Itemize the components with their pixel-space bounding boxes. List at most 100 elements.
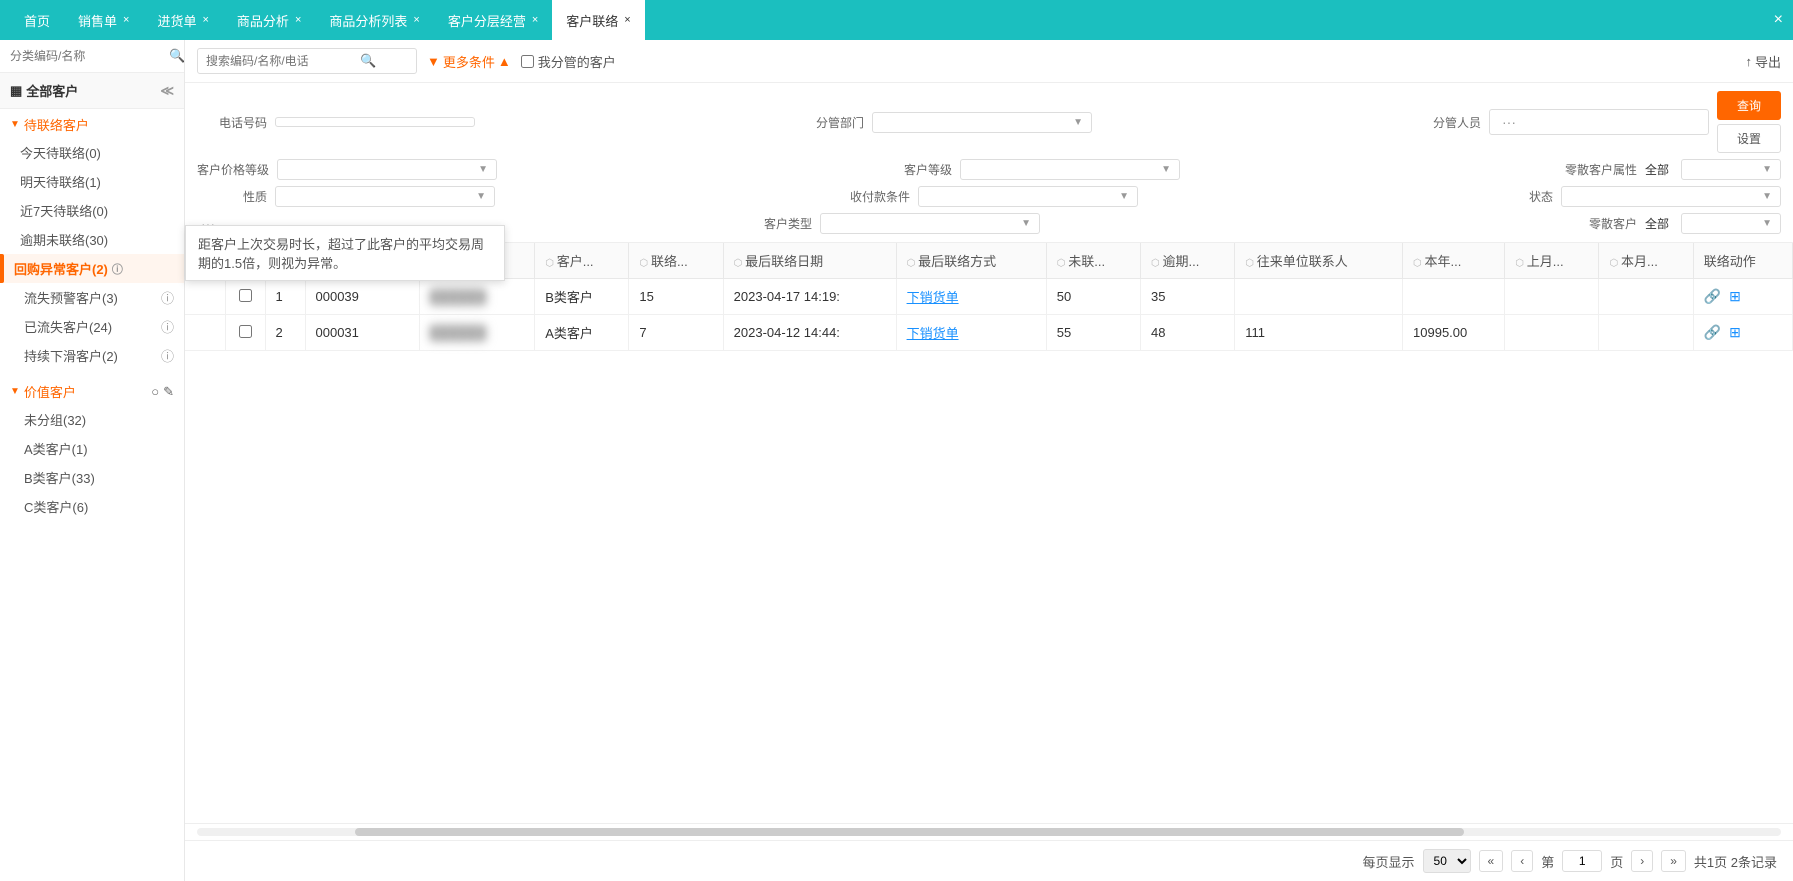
first-page-button[interactable]: « xyxy=(1479,850,1504,872)
data-table-area: ⚙ 客户编码 客户名称 客户... xyxy=(185,243,1793,823)
filter-retail-attr-select[interactable]: ▼ xyxy=(1681,159,1781,180)
filter-cust-level-select[interactable]: ▼ xyxy=(960,159,1180,180)
filter-person-select[interactable]: ··· xyxy=(1489,109,1709,135)
prev-page-button[interactable]: ‹ xyxy=(1511,850,1533,872)
sidebar-c-class[interactable]: C类客户(6) xyxy=(0,492,184,521)
filter-retail-select[interactable]: ▼ xyxy=(1681,213,1781,234)
sidebar-loss-warning[interactable]: 流失预警客户(3) ⓘ xyxy=(0,283,184,312)
nav-product-analysis[interactable]: 商品分析 × xyxy=(223,0,315,40)
horizontal-scrollbar[interactable] xyxy=(197,828,1781,836)
cell-contact-2: 7 xyxy=(629,315,723,351)
filter-dept-select[interactable]: ▼ xyxy=(872,112,1092,133)
cell-checkbox-1 xyxy=(225,279,265,315)
cell-last-method-1[interactable]: 下销货单 xyxy=(896,279,1046,315)
close-product-list-tab[interactable]: × xyxy=(413,14,419,26)
filter-cust-type-select[interactable]: ▼ xyxy=(820,213,1040,234)
sidebar-a-class[interactable]: A类客户(1) xyxy=(0,434,184,463)
close-customer-seg-tab[interactable]: × xyxy=(532,14,538,26)
export-button[interactable]: ↑ 导出 xyxy=(1745,52,1781,71)
filter-nature-select[interactable]: ▼ xyxy=(275,186,495,207)
sidebar-b-class[interactable]: B类客户(33) xyxy=(0,463,184,492)
nav-customer-contact[interactable]: 客户联络 × xyxy=(552,0,644,40)
nav-purchase[interactable]: 进货单 × xyxy=(143,0,222,40)
sidebar-all-customers[interactable]: ▦ 全部客户 ≪ xyxy=(0,73,184,109)
filter-row-3: 性质 ▼ 收付款条件 ▼ 状态 ▼ xyxy=(197,186,1781,207)
grid-icon-2[interactable]: ⊞ xyxy=(1729,324,1741,341)
customer-name-1: ██████ xyxy=(430,289,485,304)
close-purchase-tab[interactable]: × xyxy=(202,14,208,26)
close-customer-contact-tab[interactable]: × xyxy=(624,14,630,26)
filter-cust-type-label: 客户类型 xyxy=(742,215,812,232)
export-icon: ↑ xyxy=(1745,54,1752,69)
sidebar-overdue-uncontacted[interactable]: 逾期未联络(30) xyxy=(0,225,184,254)
setting-button[interactable]: 设置 xyxy=(1717,124,1781,153)
query-button[interactable]: 查询 xyxy=(1717,91,1781,120)
last-method-link-1[interactable]: 下销货单 xyxy=(907,290,959,305)
col-last-contact-date[interactable]: 最后联络日期 xyxy=(723,243,896,279)
link-icon-2[interactable]: 🔗 xyxy=(1704,324,1721,341)
value-customers-group[interactable]: ▼ 价值客户 ○ ✎ xyxy=(0,376,184,405)
scrollbar-thumb[interactable] xyxy=(355,828,1464,836)
last-method-link-2[interactable]: 下销货单 xyxy=(907,326,959,341)
sidebar-declining[interactable]: 持续下滑客户(2) ⓘ xyxy=(0,341,184,370)
my-customer-checkbox[interactable] xyxy=(521,55,534,68)
col-last-month[interactable]: 上月... xyxy=(1505,243,1599,279)
search-input-wrap: 🔍 xyxy=(197,48,417,74)
close-sales-tab[interactable]: × xyxy=(123,14,129,26)
my-customer-checkbox-area[interactable]: 我分管的客户 xyxy=(521,52,616,71)
sidebar-7day-pending[interactable]: 近7天待联络(0) xyxy=(0,196,184,225)
cell-settings-1 xyxy=(185,279,225,315)
cell-last-method-2[interactable]: 下销货单 xyxy=(896,315,1046,351)
col-this-month[interactable]: 本月... xyxy=(1599,243,1693,279)
sidebar-repurchase-abnormal[interactable]: 回购异常客户(2) ⓘ xyxy=(0,254,184,283)
sidebar-search-input[interactable] xyxy=(10,49,165,63)
nav-home[interactable]: 首页 xyxy=(10,0,64,40)
col-last-contact-method[interactable]: 最后联络方式 xyxy=(896,243,1046,279)
nav-customer-segmentation[interactable]: 客户分层经营 × xyxy=(434,0,552,40)
search-main-input[interactable] xyxy=(206,54,356,68)
more-conditions-button[interactable]: ▼ 更多条件 ▲ xyxy=(427,52,511,71)
filter-price-level-select[interactable]: ▼ xyxy=(277,159,497,180)
action-icons-2: 🔗 ⊞ xyxy=(1704,324,1782,341)
filter-retail-attr-label: 零散客户属性 xyxy=(1565,161,1637,178)
search-main-icon[interactable]: 🔍 xyxy=(360,53,376,69)
last-page-button[interactable]: » xyxy=(1661,850,1686,872)
per-page-label: 每页显示 xyxy=(1363,852,1415,871)
row2-checkbox[interactable] xyxy=(239,325,252,338)
filter-payment-select[interactable]: ▼ xyxy=(918,186,1138,207)
col-overdue[interactable]: 逾期... xyxy=(1140,243,1234,279)
close-window-button[interactable]: × xyxy=(1774,11,1783,29)
row1-checkbox[interactable] xyxy=(239,289,252,302)
grid-icon-1[interactable]: ⊞ xyxy=(1729,288,1741,305)
nav-sales[interactable]: 销售单 × xyxy=(64,0,143,40)
sidebar-today-pending[interactable]: 今天待联络(0) xyxy=(0,138,184,167)
col-uncontacted[interactable]: 未联... xyxy=(1046,243,1140,279)
value-group-icon2[interactable]: ✎ xyxy=(163,384,174,400)
col-contact-count[interactable]: 联络... xyxy=(629,243,723,279)
filter-phone-input[interactable] xyxy=(275,117,475,127)
pending-arrow-icon: ▼ xyxy=(10,119,20,130)
value-group-icon1[interactable]: ○ xyxy=(151,384,159,400)
customer-name-2: ██████ xyxy=(430,325,485,340)
col-this-year[interactable]: 本年... xyxy=(1403,243,1505,279)
cell-name-2: ██████ xyxy=(420,315,535,351)
col-customer-type[interactable]: 客户... xyxy=(535,243,629,279)
sidebar-unclassified[interactable]: 未分组(32) xyxy=(0,405,184,434)
sidebar-collapse-btn[interactable]: ≪ xyxy=(160,83,174,99)
cell-contact-person-1 xyxy=(1235,279,1403,315)
filter-status-select[interactable]: ▼ xyxy=(1561,186,1781,207)
link-icon-1[interactable]: 🔗 xyxy=(1704,288,1721,305)
col-contact-person[interactable]: 往来单位联系人 xyxy=(1235,243,1403,279)
cell-name-1: ██████ xyxy=(420,279,535,315)
nav-product-list[interactable]: 商品分析列表 × xyxy=(315,0,433,40)
cell-last-date-1: 2023-04-17 14:19: xyxy=(723,279,896,315)
per-page-select[interactable]: 50 xyxy=(1423,849,1471,873)
pending-group-title[interactable]: ▼ 待联络客户 xyxy=(0,109,184,138)
page-number-input[interactable] xyxy=(1562,850,1602,872)
filter-dept-label: 分管部门 xyxy=(794,114,864,131)
sidebar-already-lost[interactable]: 已流失客户(24) ⓘ xyxy=(0,312,184,341)
sidebar-tomorrow-pending[interactable]: 明天待联络(1) xyxy=(0,167,184,196)
close-product-analysis-tab[interactable]: × xyxy=(295,14,301,26)
next-page-button[interactable]: › xyxy=(1631,850,1653,872)
sidebar-search-icon[interactable]: 🔍 xyxy=(169,48,185,64)
